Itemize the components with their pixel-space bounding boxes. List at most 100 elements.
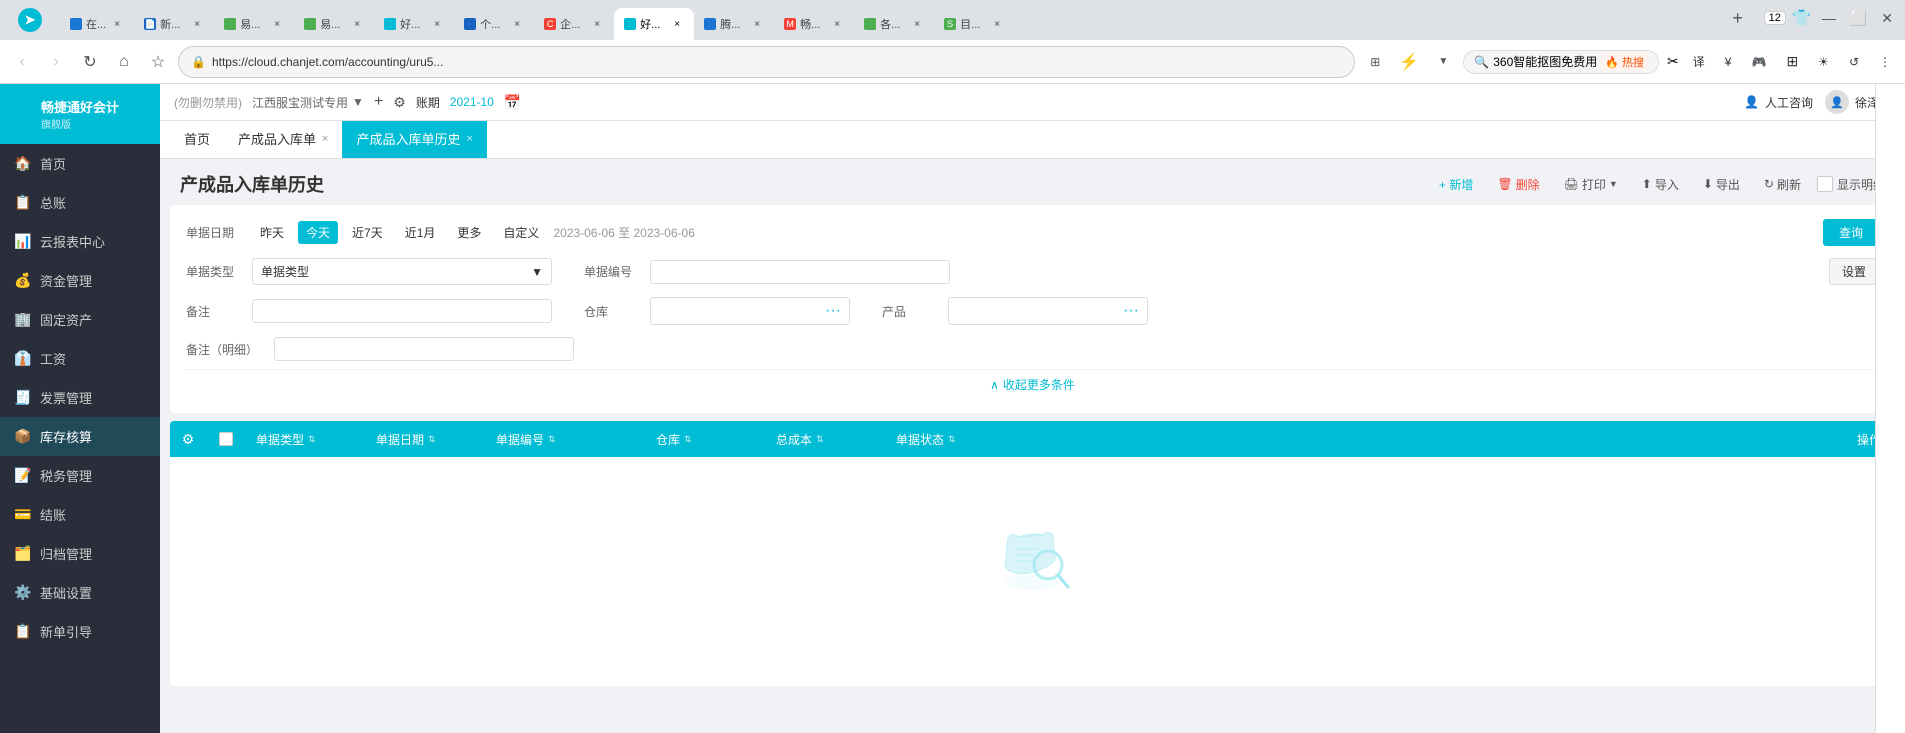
sidebar-item-funds[interactable]: 💰 资金管理	[0, 261, 160, 300]
tab-t5[interactable]: 好... ×	[374, 8, 454, 40]
warehouse-dots[interactable]: ···	[825, 302, 841, 320]
note-detail-input[interactable]	[274, 337, 574, 361]
product-dots[interactable]: ···	[1123, 302, 1139, 320]
query-button[interactable]: 查询	[1823, 219, 1879, 246]
sidebar-item-reports[interactable]: 📊 云报表中心	[0, 222, 160, 261]
date-7days[interactable]: 近7天	[344, 221, 391, 244]
note-input[interactable]	[252, 299, 552, 323]
th-warehouse[interactable]: 仓库 ⇅	[646, 431, 766, 448]
sidebar-item-inventory[interactable]: 📦 库存核算	[0, 417, 160, 456]
type-select[interactable]: 单据类型 ▼	[252, 258, 552, 285]
new-tab-button[interactable]: +	[1722, 2, 1754, 34]
sidebar-item-ledger[interactable]: 📋 总账	[0, 183, 160, 222]
tab-close-t5[interactable]: ×	[430, 17, 444, 31]
sidebar-item-tax[interactable]: 📝 税务管理	[0, 456, 160, 495]
sidebar-item-home[interactable]: 🏠 首页	[0, 144, 160, 183]
tab-close-t3[interactable]: ×	[270, 17, 284, 31]
address-input[interactable]: 🔒 https://cloud.chanjet.com/accounting/u…	[178, 46, 1355, 78]
date-custom[interactable]: 自定义	[495, 221, 547, 244]
print-button[interactable]: 🖨 打印 ▼	[1556, 172, 1626, 197]
tab-close-t7[interactable]: ×	[590, 17, 604, 31]
currency-button[interactable]: ¥	[1719, 52, 1738, 72]
tab-t10[interactable]: M 畅... ×	[774, 8, 854, 40]
close-button[interactable]: ✕	[1877, 8, 1897, 29]
tab-t3[interactable]: 易... ×	[214, 8, 294, 40]
bookmark-button[interactable]: ☆	[144, 48, 172, 76]
product-select[interactable]: ···	[948, 297, 1148, 325]
date-1month[interactable]: 近1月	[397, 221, 444, 244]
extensions-button[interactable]: ⊞	[1361, 48, 1389, 76]
th-number[interactable]: 单据编号 ⇅	[486, 431, 646, 448]
th-date[interactable]: 单据日期 ⇅	[366, 431, 486, 448]
sub-tab-history[interactable]: 产成品入库单历史 ×	[342, 121, 486, 158]
tab-t7[interactable]: C 企... ×	[534, 8, 614, 40]
settings-button[interactable]: 设置	[1829, 258, 1879, 285]
tab-t1[interactable]: 在... ×	[60, 8, 134, 40]
tab-t11[interactable]: 各... ×	[854, 8, 934, 40]
tab-t4[interactable]: 易... ×	[294, 8, 374, 40]
tab-t6[interactable]: 个... ×	[454, 8, 534, 40]
export-button[interactable]: ⬇ 导出	[1695, 172, 1748, 197]
sidebar-item-invoice[interactable]: 🧾 发票管理	[0, 378, 160, 417]
sidebar-item-assets[interactable]: 🏢 固定资产	[0, 300, 160, 339]
add-button[interactable]: + 新增	[1431, 172, 1481, 197]
theme-button[interactable]: ☀	[1812, 52, 1835, 72]
sidebar-item-checkout[interactable]: 💳 结账	[0, 495, 160, 534]
lightning-button[interactable]: ⚡	[1395, 48, 1423, 76]
tab-close-t1[interactable]: ×	[110, 17, 124, 31]
date-yesterday[interactable]: 昨天	[252, 221, 292, 244]
apps-button[interactable]: ⊞	[1780, 50, 1804, 73]
game-button[interactable]: 🎮	[1745, 52, 1772, 72]
consult-button[interactable]: 👤 人工咨询	[1744, 94, 1813, 111]
delete-button[interactable]: 🗑 删除	[1489, 172, 1547, 197]
th-status[interactable]: 单据状态 ⇅	[886, 431, 1006, 448]
tab-close-t4[interactable]: ×	[350, 17, 364, 31]
th-type[interactable]: 单据类型 ⇅	[246, 431, 366, 448]
sub-tab-close-list[interactable]: ×	[322, 133, 328, 145]
tab-close-t6[interactable]: ×	[510, 17, 524, 31]
date-today[interactable]: 今天	[298, 221, 338, 244]
home-button[interactable]: ⌂	[110, 48, 138, 76]
sidebar-item-newbill[interactable]: 📋 新单引导	[0, 612, 160, 651]
tab-close-t11[interactable]: ×	[910, 17, 924, 31]
sub-tab-close-history[interactable]: ×	[466, 133, 472, 145]
account-settings-button[interactable]: ⚙	[393, 94, 406, 111]
sidebar-item-salary[interactable]: 👔 工资	[0, 339, 160, 378]
sub-tab-list[interactable]: 产成品入库单 ×	[224, 121, 342, 158]
sidebar-item-settings[interactable]: ⚙️ 基础设置	[0, 573, 160, 612]
browser-back[interactable]: ➤	[18, 8, 42, 32]
tab-count-badge[interactable]: 12	[1764, 11, 1786, 25]
tab-close-t9[interactable]: ×	[750, 17, 764, 31]
refresh-button[interactable]: ↻	[76, 48, 104, 76]
date-more[interactable]: 更多	[449, 221, 489, 244]
collapse-bar[interactable]: ∧ 收起更多条件	[186, 369, 1879, 399]
menu-button[interactable]: ⋮	[1873, 52, 1897, 72]
th-cost[interactable]: 总成本 ⇅	[766, 431, 886, 448]
th-settings[interactable]: ⚙	[170, 431, 206, 448]
show-columns-checkbox[interactable]	[1817, 176, 1833, 192]
tab-t8[interactable]: 好... ×	[614, 8, 694, 40]
search-bar[interactable]: 🔍 360智能抠图免费用 🔥 热搜	[1463, 50, 1659, 74]
undo-button[interactable]: ↺	[1843, 52, 1865, 72]
select-all-checkbox[interactable]	[219, 432, 233, 446]
tab-close-t10[interactable]: ×	[830, 17, 844, 31]
warehouse-select[interactable]: ···	[650, 297, 850, 325]
restore-button[interactable]: ⬜	[1846, 8, 1871, 29]
account-name-selector[interactable]: 江西服宝测试专用 ▼	[252, 94, 364, 111]
sub-tab-home[interactable]: 首页	[170, 121, 224, 158]
period-value[interactable]: 2021-10	[450, 95, 494, 109]
forward-button[interactable]: ›	[42, 48, 70, 76]
tab-close-t8[interactable]: ×	[670, 17, 684, 31]
add-account-button[interactable]: +	[374, 93, 383, 111]
tab-t12[interactable]: S 目... ×	[934, 8, 1014, 40]
back-button[interactable]: ‹	[8, 48, 36, 76]
minimize-button[interactable]: —	[1818, 8, 1840, 28]
number-input[interactable]	[650, 260, 950, 284]
import-button[interactable]: ⬆ 导入	[1634, 172, 1687, 197]
sidebar-item-archive[interactable]: 🗂️ 归档管理	[0, 534, 160, 573]
calendar-icon[interactable]: 📅	[504, 94, 521, 111]
tab-close-t2[interactable]: ×	[190, 17, 204, 31]
tab-t2[interactable]: 📄 新... ×	[134, 8, 214, 40]
th-checkbox[interactable]	[206, 432, 246, 446]
tab-t9[interactable]: 腾... ×	[694, 8, 774, 40]
